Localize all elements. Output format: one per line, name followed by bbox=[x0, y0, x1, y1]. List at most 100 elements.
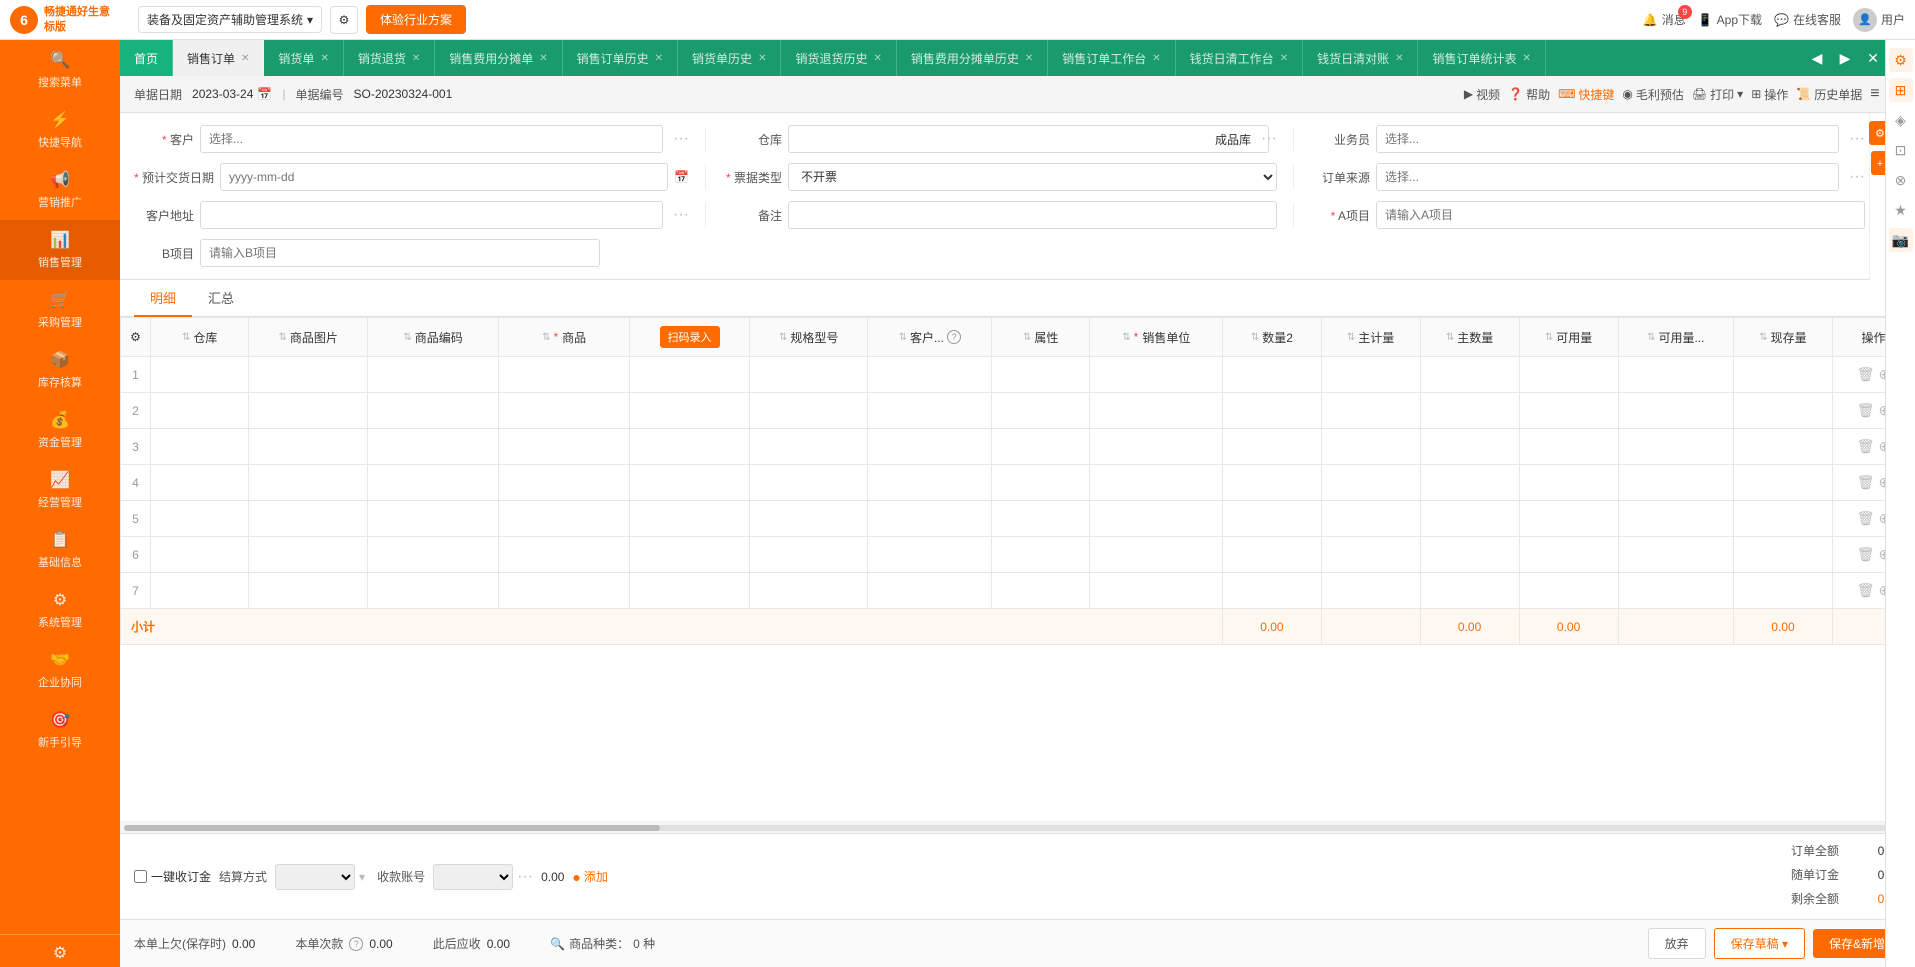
customer-dots-btn[interactable]: ··· bbox=[673, 130, 689, 148]
tab-detail[interactable]: 明细 bbox=[134, 280, 192, 317]
right-star-icon-btn[interactable]: ★ bbox=[1889, 198, 1913, 222]
tab-sales-order[interactable]: 销售订单 ✕ bbox=[173, 40, 264, 76]
shortcut-btn[interactable]: ⌨ 快捷键 bbox=[1558, 86, 1614, 103]
sidebar-item-system[interactable]: ⚙ 系统管理 bbox=[0, 580, 120, 640]
tab-home[interactable]: 首页 bbox=[120, 40, 173, 76]
row-delete-btn[interactable]: 🗑 bbox=[1857, 366, 1875, 383]
warehouse-dots-btn[interactable]: ··· bbox=[1261, 130, 1277, 148]
tab-sales-order-history[interactable]: 销售订单历史 ✕ bbox=[563, 40, 678, 76]
one-click-checkbox-label[interactable]: 一键收订金 bbox=[134, 868, 211, 885]
scroll-track[interactable] bbox=[124, 825, 1911, 831]
row-spec[interactable] bbox=[749, 573, 868, 609]
scan-btn[interactable]: 扫码录入 bbox=[660, 326, 720, 348]
row-delete-btn[interactable]: 🗑 bbox=[1857, 510, 1875, 527]
row-product[interactable] bbox=[499, 357, 630, 393]
payment-method-select[interactable] bbox=[275, 864, 355, 890]
industry-button[interactable]: 体验行业方案 bbox=[366, 5, 466, 34]
tab-close-icon[interactable]: ✕ bbox=[539, 53, 547, 64]
row-qty2[interactable] bbox=[1223, 429, 1321, 465]
right-fingerprint-icon-btn[interactable]: ◈ bbox=[1889, 108, 1913, 132]
row-attr[interactable] bbox=[992, 393, 1090, 429]
row-spec[interactable] bbox=[749, 357, 868, 393]
user-menu[interactable]: 👤 用户 bbox=[1853, 8, 1905, 32]
row-qty2[interactable] bbox=[1223, 393, 1321, 429]
delivery-date-input[interactable] bbox=[220, 163, 668, 191]
sidebar-item-basicinfo[interactable]: 📋 基础信息 bbox=[0, 520, 120, 580]
row-main-qty[interactable] bbox=[1420, 465, 1519, 501]
row-warehouse[interactable] bbox=[151, 465, 249, 501]
sidebar-settings-btn[interactable]: ⚙ bbox=[0, 935, 120, 967]
row-unit[interactable] bbox=[1090, 501, 1223, 537]
row-main-qty[interactable] bbox=[1420, 429, 1519, 465]
row-product[interactable] bbox=[499, 501, 630, 537]
tab-summary[interactable]: 汇总 bbox=[192, 280, 250, 317]
tab-close-icon[interactable]: ✕ bbox=[1523, 53, 1531, 64]
add-btn[interactable]: ● 添加 bbox=[572, 868, 607, 885]
warehouse-input[interactable] bbox=[788, 125, 1269, 153]
tab-close-icon[interactable]: ✕ bbox=[241, 53, 249, 64]
row-code[interactable] bbox=[367, 537, 498, 573]
sidebar-item-marketing[interactable]: 📢 营销推广 bbox=[0, 160, 120, 220]
staff-input[interactable] bbox=[1376, 125, 1839, 153]
tab-close-icon[interactable]: ✕ bbox=[320, 53, 328, 64]
b-project-input[interactable] bbox=[200, 239, 600, 267]
row-product[interactable] bbox=[499, 393, 630, 429]
online-service-link[interactable]: 💬 在线客服 bbox=[1774, 11, 1841, 28]
tab-sales-return[interactable]: 销货退货 ✕ bbox=[344, 40, 435, 76]
row-delete-btn[interactable]: 🗑 bbox=[1857, 474, 1875, 491]
row-main-qty[interactable] bbox=[1420, 393, 1519, 429]
row-main-qty[interactable] bbox=[1420, 573, 1519, 609]
row-qty2[interactable] bbox=[1223, 537, 1321, 573]
row-product[interactable] bbox=[499, 465, 630, 501]
row-code[interactable] bbox=[367, 393, 498, 429]
row-unit[interactable] bbox=[1090, 465, 1223, 501]
tab-sales-expense[interactable]: 销售费用分摊单 ✕ bbox=[435, 40, 562, 76]
right-settings-icon-btn[interactable]: ⚙ bbox=[1889, 48, 1913, 72]
scroll-thumb[interactable] bbox=[124, 825, 660, 831]
memo-input[interactable] bbox=[788, 201, 1277, 229]
row-attr[interactable] bbox=[992, 501, 1090, 537]
layout-list-icon[interactable]: ≡ bbox=[1870, 85, 1879, 103]
row-customer-code[interactable] bbox=[868, 573, 992, 609]
tab-close-icon[interactable]: ✕ bbox=[1395, 53, 1403, 64]
account-select[interactable] bbox=[433, 864, 513, 890]
system-select[interactable]: 装备及固定资产辅助管理系统 ▾ bbox=[138, 6, 322, 33]
history-btn[interactable]: 📜 历史单据 bbox=[1796, 86, 1862, 103]
row-qty2[interactable] bbox=[1223, 573, 1321, 609]
help-btn[interactable]: ❓ 帮助 bbox=[1508, 86, 1550, 103]
row-code[interactable] bbox=[367, 429, 498, 465]
row-customer-code[interactable] bbox=[868, 537, 992, 573]
row-customer-code[interactable] bbox=[868, 357, 992, 393]
tab-close-icon[interactable]: ✕ bbox=[1152, 53, 1160, 64]
row-qty2[interactable] bbox=[1223, 465, 1321, 501]
row-warehouse[interactable] bbox=[151, 501, 249, 537]
sidebar-item-finance[interactable]: 💰 资金管理 bbox=[0, 400, 120, 460]
row-code[interactable] bbox=[367, 357, 498, 393]
row-unit[interactable] bbox=[1090, 429, 1223, 465]
tab-sales-return-history[interactable]: 销货退货历史 ✕ bbox=[781, 40, 896, 76]
print-btn[interactable]: 🖨 打印 ▾ bbox=[1692, 86, 1743, 103]
row-main-qty[interactable] bbox=[1420, 357, 1519, 393]
tab-close-icon[interactable]: ✕ bbox=[1025, 53, 1033, 64]
tab-cash-reconcile[interactable]: 钱货日清对账 ✕ bbox=[1303, 40, 1418, 76]
tab-sales-workbench[interactable]: 销售订单工作台 ✕ bbox=[1048, 40, 1175, 76]
row-product[interactable] bbox=[499, 537, 630, 573]
th-settings[interactable]: ⚙ bbox=[121, 318, 151, 357]
sidebar-item-purchase[interactable]: 🛒 采购管理 bbox=[0, 280, 120, 340]
tab-sales-bill[interactable]: 销货单 ✕ bbox=[264, 40, 343, 76]
row-warehouse[interactable] bbox=[151, 537, 249, 573]
tab-sales-bill-history[interactable]: 销货单历史 ✕ bbox=[678, 40, 781, 76]
sidebar-item-guide[interactable]: 🎯 新手引导 bbox=[0, 700, 120, 760]
save-draft-button[interactable]: 保存草稿 ▾ bbox=[1714, 928, 1805, 959]
row-warehouse[interactable] bbox=[151, 573, 249, 609]
row-customer-code[interactable] bbox=[868, 465, 992, 501]
row-main-qty[interactable] bbox=[1420, 537, 1519, 573]
system-gear-button[interactable]: ⚙ bbox=[330, 6, 358, 34]
staff-dots-btn[interactable]: ··· bbox=[1849, 130, 1865, 148]
tab-cash-workbench[interactable]: 钱货日清工作台 ✕ bbox=[1176, 40, 1303, 76]
tab-close-all-btn[interactable]: ✕ bbox=[1859, 44, 1887, 72]
row-code[interactable] bbox=[367, 573, 498, 609]
customer-input[interactable] bbox=[200, 125, 663, 153]
sidebar-item-search[interactable]: 🔍 搜索菜单 bbox=[0, 40, 120, 100]
row-attr[interactable] bbox=[992, 537, 1090, 573]
